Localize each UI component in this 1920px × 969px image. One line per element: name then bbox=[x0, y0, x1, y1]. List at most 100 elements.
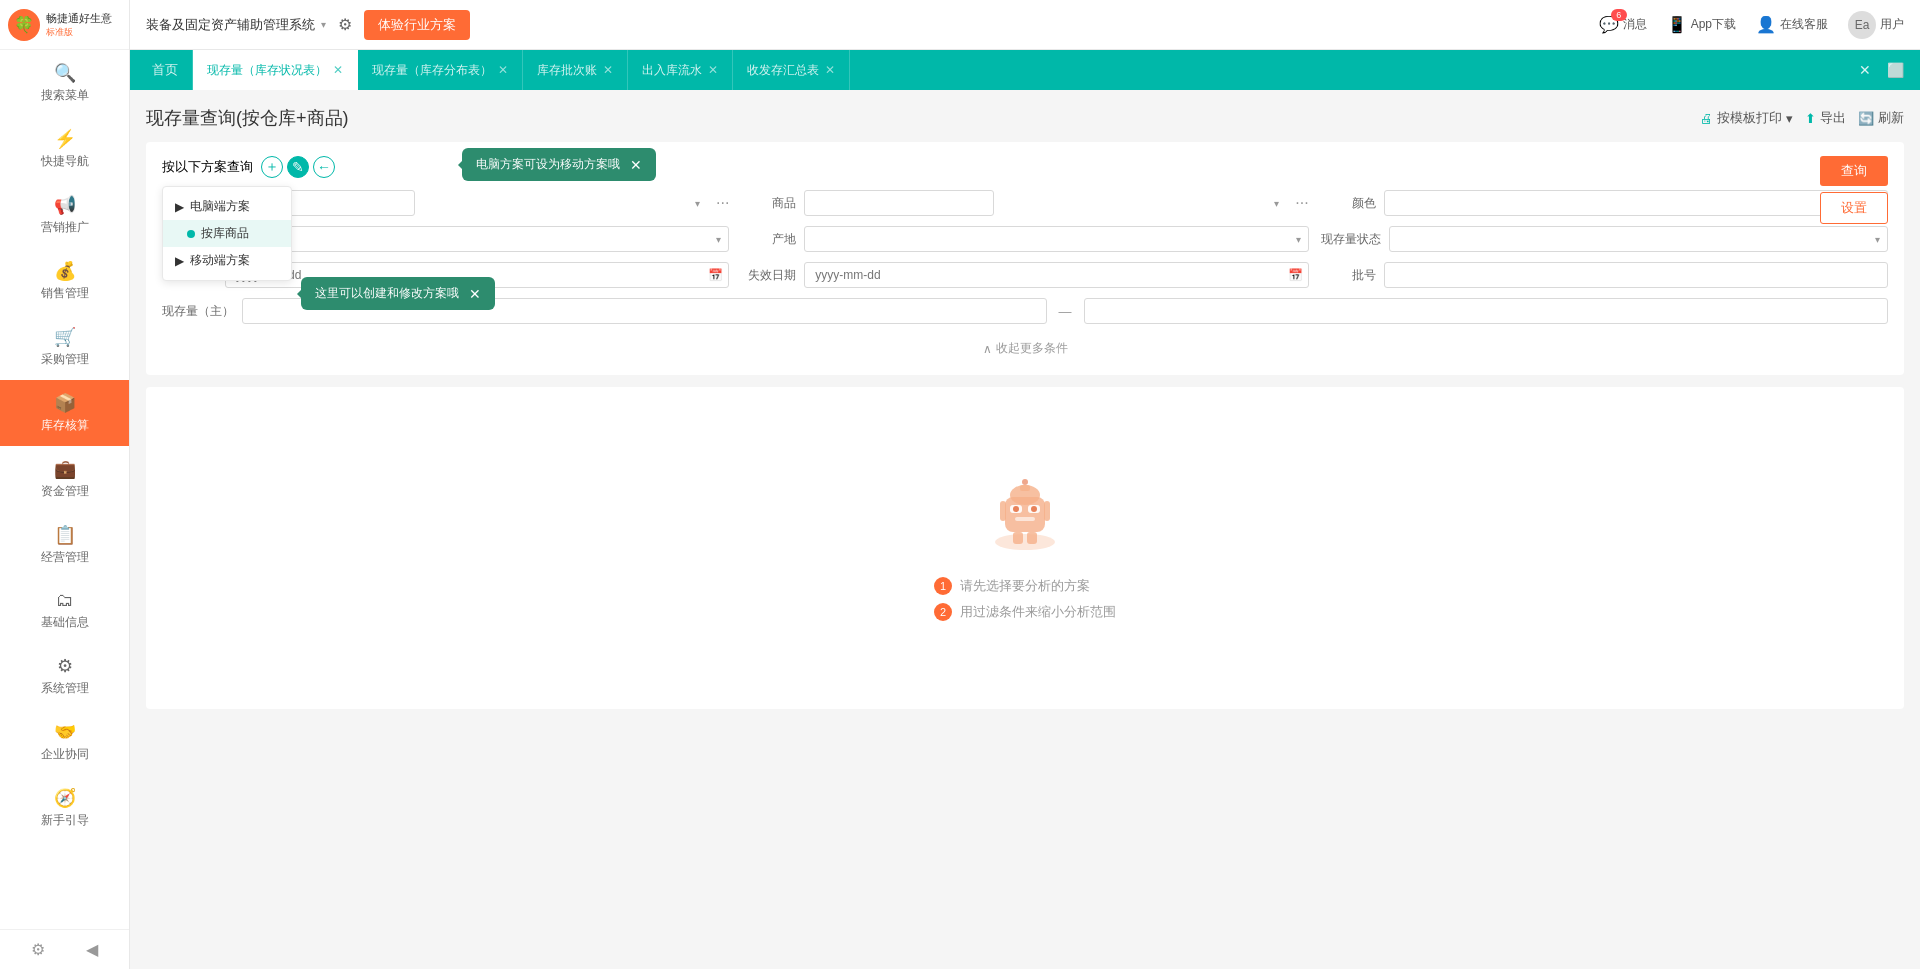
tab-close-icon[interactable]: ✕ bbox=[708, 63, 718, 77]
sidebar-item-label: 经营管理 bbox=[41, 549, 89, 566]
product-dots-button[interactable]: ··· bbox=[1295, 194, 1308, 212]
tab-maximize-icon[interactable]: ⬜ bbox=[1883, 58, 1908, 82]
tab-close-icon[interactable]: ✕ bbox=[825, 63, 835, 77]
color-select[interactable] bbox=[1384, 190, 1888, 216]
svg-rect-6 bbox=[1015, 517, 1035, 521]
tab-receive-send-label: 收发存汇总表 bbox=[747, 62, 819, 79]
print-button[interactable]: 🖨 按模板打印 ▾ bbox=[1700, 109, 1793, 127]
svg-point-0 bbox=[995, 534, 1055, 550]
marketing-icon: 📢 bbox=[54, 194, 76, 216]
edit-scheme-button[interactable]: ✎ bbox=[287, 156, 309, 178]
step-num-2: 2 bbox=[934, 603, 952, 621]
tab-bar-actions: ✕ ⬜ bbox=[1855, 50, 1912, 90]
main-content: 装备及固定资产辅助管理系统 ▾ ⚙ 体验行业方案 💬 6 消息 📱 App下载 … bbox=[130, 0, 1920, 969]
tab-inventory-dist[interactable]: 现存量（库存分布表） ✕ bbox=[358, 50, 523, 90]
expiry-date-from-wrapper bbox=[804, 262, 1308, 288]
empty-step2-text: 用过滤条件来缩小分析范围 bbox=[960, 603, 1116, 621]
batch-input[interactable] bbox=[1384, 262, 1888, 288]
sidebar-item-system[interactable]: ⚙ 系统管理 bbox=[0, 643, 129, 709]
export-icon: ⬆ bbox=[1805, 111, 1816, 126]
sidebar-item-label: 新手引导 bbox=[41, 812, 89, 829]
sidebar-item-finance[interactable]: 💼 资金管理 bbox=[0, 446, 129, 512]
app-download-label: App下载 bbox=[1691, 16, 1736, 33]
search-button[interactable]: 查询 bbox=[1820, 156, 1888, 186]
refresh-button[interactable]: 🔄 刷新 bbox=[1858, 109, 1904, 127]
warehouse-dots-button[interactable]: ··· bbox=[716, 194, 729, 212]
app-download-button[interactable]: 📱 App下载 bbox=[1667, 15, 1736, 34]
sidebar-item-guide[interactable]: 🧭 新手引导 bbox=[0, 775, 129, 841]
logo-badge: 标准版 bbox=[46, 26, 112, 39]
tab-batch-ledger[interactable]: 库存批次账 ✕ bbox=[523, 50, 628, 90]
page-title: 现存量查询(按仓库+商品) bbox=[146, 106, 349, 130]
sidebar-item-purchase[interactable]: 🛒 采购管理 bbox=[0, 314, 129, 380]
origin-select-wrapper bbox=[804, 226, 1308, 252]
origin-select[interactable] bbox=[804, 226, 1308, 252]
sidebar-item-label: 资金管理 bbox=[41, 483, 89, 500]
filter-field-batch: 批号 bbox=[1321, 262, 1888, 288]
svg-rect-10 bbox=[1027, 532, 1037, 544]
sidebar-item-label: 搜索菜单 bbox=[41, 87, 89, 104]
back-scheme-button[interactable]: ← bbox=[313, 156, 335, 178]
tooltip2-close-button[interactable]: ✕ bbox=[469, 286, 481, 302]
collapse-sidebar-button[interactable]: ◀ bbox=[86, 940, 98, 959]
collapse-bar[interactable]: ∧ 收起更多条件 bbox=[162, 332, 1888, 361]
tooltip1-close-button[interactable]: ✕ bbox=[630, 157, 642, 173]
scheme-mobile-group[interactable]: ▶ 移动端方案 bbox=[163, 247, 291, 274]
user-menu[interactable]: Ea 用户 bbox=[1848, 11, 1904, 39]
tab-inventory-status[interactable]: 现存量（库存状况表） ✕ bbox=[193, 50, 358, 90]
sales-icon: 💰 bbox=[54, 260, 76, 282]
sidebar-item-basic[interactable]: 🗂 基础信息 bbox=[0, 578, 129, 643]
expiry-date-from-input[interactable] bbox=[804, 262, 1308, 288]
size-select[interactable] bbox=[225, 226, 729, 252]
sidebar-item-sales[interactable]: 💰 销售管理 bbox=[0, 248, 129, 314]
trial-button[interactable]: 体验行业方案 bbox=[364, 10, 470, 40]
export-button[interactable]: ⬆ 导出 bbox=[1805, 109, 1846, 127]
sidebar-item-enterprise[interactable]: 🤝 企业协同 bbox=[0, 709, 129, 775]
system-selector[interactable]: 装备及固定资产辅助管理系统 ▾ bbox=[146, 16, 326, 34]
settings-icon[interactable]: ⚙ bbox=[338, 15, 352, 34]
stock-status-select[interactable] bbox=[1389, 226, 1888, 252]
collapse-label: 收起更多条件 bbox=[996, 340, 1068, 357]
sidebar-item-label: 快捷导航 bbox=[41, 153, 89, 170]
support-icon: 👤 bbox=[1756, 15, 1776, 34]
filter-field-origin: 产地 bbox=[741, 226, 1308, 252]
sidebar-item-inventory[interactable]: 📦 库存核算 bbox=[0, 380, 129, 446]
settings-button[interactable]: ⚙ bbox=[31, 940, 45, 959]
tab-close-all-icon[interactable]: ✕ bbox=[1855, 58, 1875, 82]
scheme-desktop-item[interactable]: 按库商品 bbox=[163, 220, 291, 247]
sidebar-item-quick[interactable]: ⚡ 快捷导航 bbox=[0, 116, 129, 182]
message-button[interactable]: 💬 6 消息 bbox=[1599, 15, 1647, 34]
svg-point-13 bbox=[1022, 479, 1028, 485]
export-label: 导出 bbox=[1820, 109, 1846, 127]
add-scheme-button[interactable]: ＋ bbox=[261, 156, 283, 178]
empty-state: 1 请先选择要分析的方案 2 用过滤条件来缩小分析范围 bbox=[146, 387, 1904, 709]
system-icon: ⚙ bbox=[57, 655, 73, 677]
page-actions: 🖨 按模板打印 ▾ ⬆ 导出 🔄 刷新 bbox=[1700, 109, 1904, 127]
online-support-button[interactable]: 👤 在线客服 bbox=[1756, 15, 1828, 34]
tab-close-icon[interactable]: ✕ bbox=[603, 63, 613, 77]
tab-home[interactable]: 首页 bbox=[138, 50, 193, 90]
message-label: 消息 bbox=[1623, 16, 1647, 33]
sidebar-item-search[interactable]: 🔍 搜索菜单 bbox=[0, 50, 129, 116]
enterprise-icon: 🤝 bbox=[54, 721, 76, 743]
guide-icon: 🧭 bbox=[54, 787, 76, 809]
sidebar-item-operations[interactable]: 📋 经营管理 bbox=[0, 512, 129, 578]
scheme-active-dot bbox=[187, 230, 195, 238]
tooltip-arrow bbox=[291, 288, 303, 300]
tooltip-arrow bbox=[452, 159, 464, 171]
sidebar-item-label: 系统管理 bbox=[41, 680, 89, 697]
reset-button[interactable]: 设置 bbox=[1820, 192, 1888, 224]
scheme-desktop-group[interactable]: ▶ 电脑端方案 bbox=[163, 193, 291, 220]
product-input[interactable] bbox=[804, 190, 994, 216]
quick-icon: ⚡ bbox=[54, 128, 76, 150]
tab-receive-send[interactable]: 收发存汇总表 ✕ bbox=[733, 50, 850, 90]
tab-close-icon[interactable]: ✕ bbox=[333, 63, 343, 77]
tab-close-icon[interactable]: ✕ bbox=[498, 63, 508, 77]
sidebar-item-marketing[interactable]: 📢 营销推广 bbox=[0, 182, 129, 248]
tab-in-out-flow[interactable]: 出入库流水 ✕ bbox=[628, 50, 733, 90]
empty-step1-text: 请先选择要分析的方案 bbox=[960, 577, 1090, 595]
basic-icon: 🗂 bbox=[56, 590, 74, 611]
scheme-dropdown: ▶ 电脑端方案 按库商品 ▶ 移动端方案 bbox=[162, 186, 292, 281]
stock-qty-to-input[interactable] bbox=[1084, 298, 1889, 324]
stock-status-label: 现存量状态 bbox=[1321, 231, 1381, 248]
